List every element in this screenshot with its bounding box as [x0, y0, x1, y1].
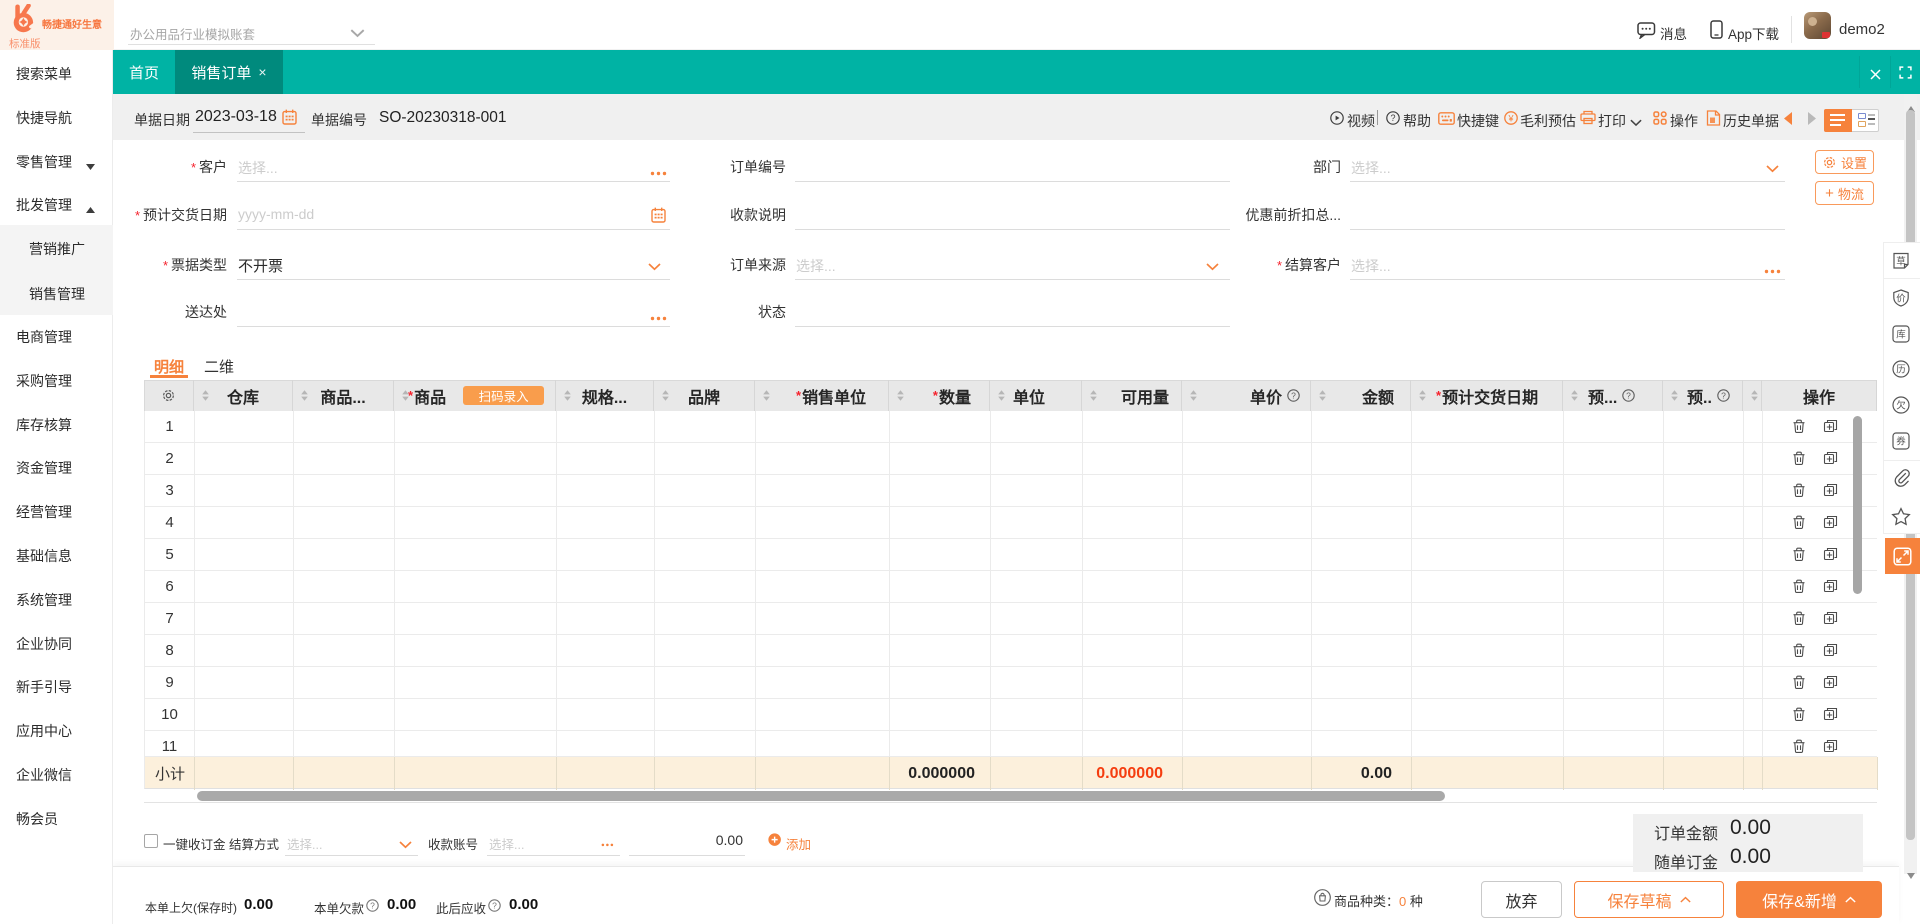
- svg-text:¥: ¥: [1507, 113, 1514, 123]
- svg-text:库: 库: [1896, 329, 1906, 341]
- svg-text:欠: 欠: [1896, 400, 1906, 412]
- svg-text:草: 草: [1896, 256, 1906, 268]
- svg-text:?: ?: [370, 900, 375, 910]
- svg-text:?: ?: [1291, 390, 1296, 400]
- svg-text:?: ?: [492, 900, 497, 910]
- svg-text:?: ?: [1721, 390, 1726, 400]
- svg-text:?: ?: [1626, 390, 1631, 400]
- svg-text:历: 历: [1896, 365, 1906, 376]
- svg-text:?: ?: [1390, 113, 1395, 123]
- svg-text:券: 券: [1896, 436, 1906, 448]
- svg-text:价: 价: [1896, 294, 1906, 305]
